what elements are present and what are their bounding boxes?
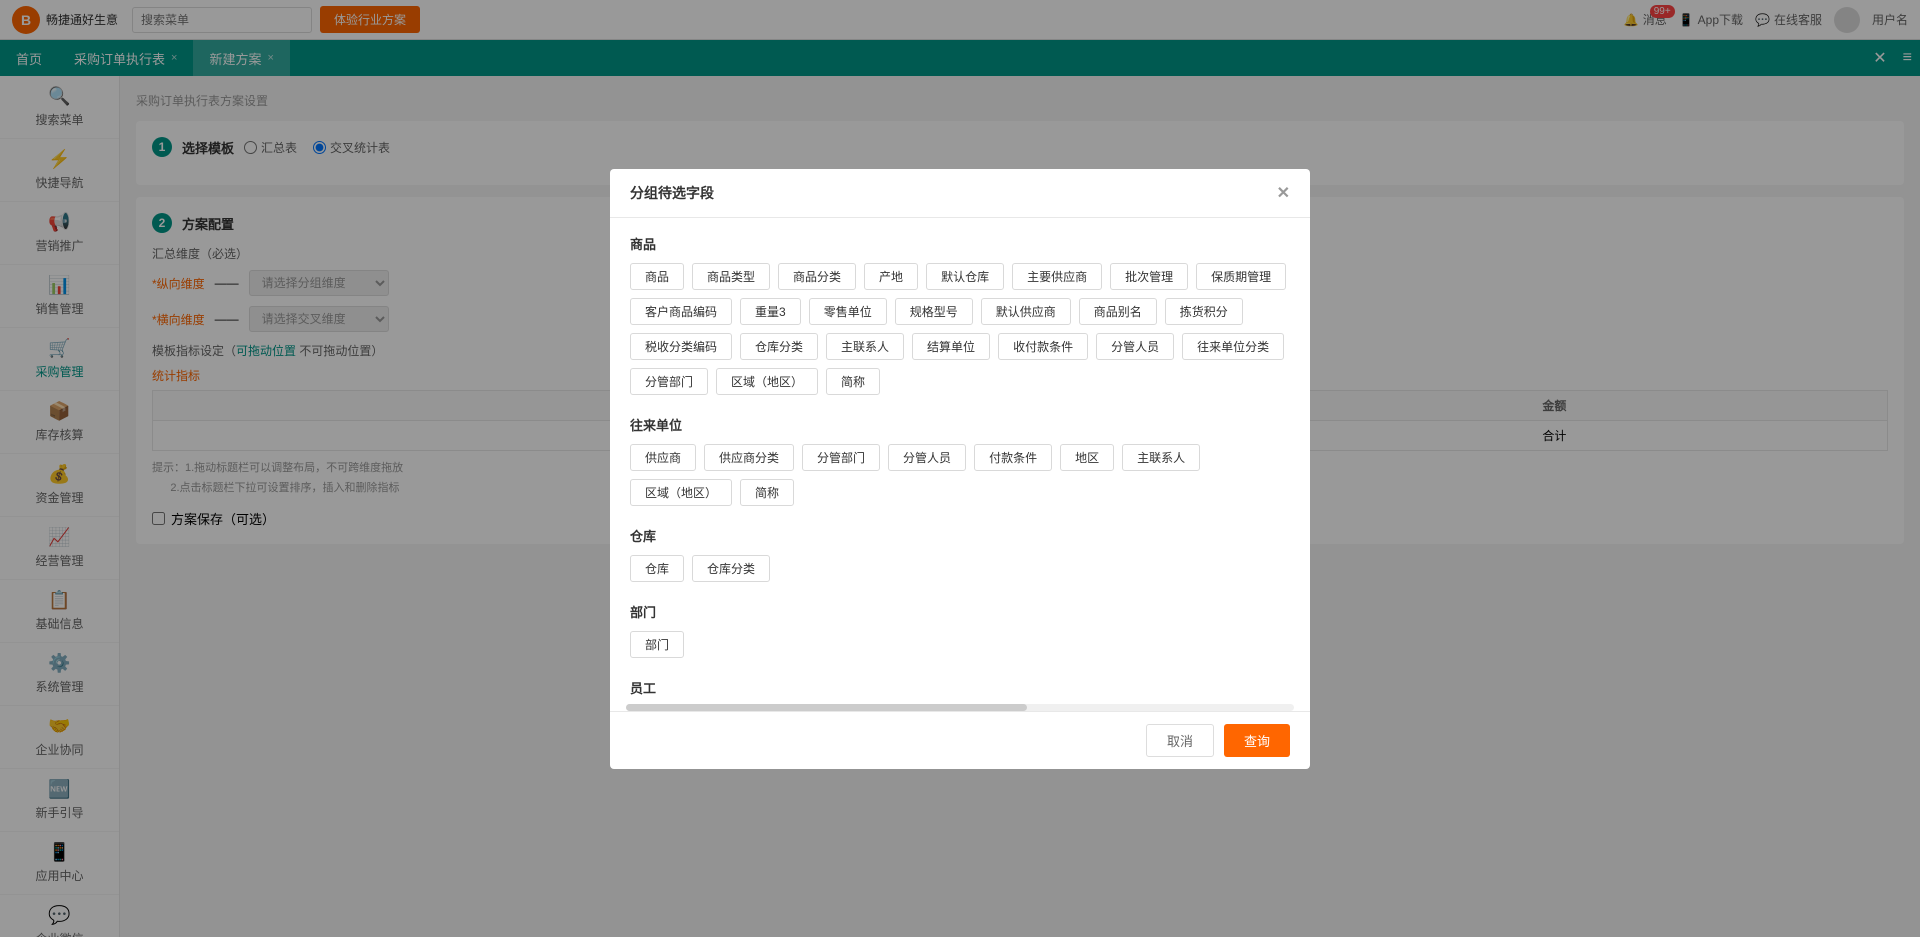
field-tag[interactable]: 客户商品编码 bbox=[630, 298, 732, 325]
field-tag[interactable]: 收付款条件 bbox=[998, 333, 1088, 360]
field-tag[interactable]: 往来单位分类 bbox=[1182, 333, 1284, 360]
field-tag[interactable]: 商品别名 bbox=[1079, 298, 1157, 325]
field-tags-dept: 部门 bbox=[630, 631, 1290, 658]
field-section-partner: 往来单位供应商供应商分类分管部门分管人员付款条件地区主联系人区域（地区） 简称 bbox=[630, 415, 1290, 506]
field-tag[interactable]: 分管部门 bbox=[802, 444, 880, 471]
field-tag[interactable]: 付款条件 bbox=[974, 444, 1052, 471]
cancel-button[interactable]: 取消 bbox=[1146, 724, 1214, 757]
field-tag[interactable]: 规格型号 bbox=[895, 298, 973, 325]
field-tags-warehouse: 仓库仓库分类 bbox=[630, 555, 1290, 582]
field-tag[interactable]: 仓库分类 bbox=[692, 555, 770, 582]
field-tag[interactable]: 商品 bbox=[630, 263, 684, 290]
field-tag[interactable]: 分管人员 bbox=[1096, 333, 1174, 360]
field-tag[interactable]: 产地 bbox=[864, 263, 918, 290]
confirm-button[interactable]: 查询 bbox=[1224, 724, 1290, 757]
field-tag[interactable]: 供应商 bbox=[630, 444, 696, 471]
field-tag[interactable]: 批次管理 bbox=[1110, 263, 1188, 290]
field-tag[interactable]: 简称 bbox=[740, 479, 794, 506]
scrollbar-thumb bbox=[626, 704, 1027, 710]
horizontal-scrollbar[interactable] bbox=[626, 704, 1294, 710]
modal-close-btn[interactable]: ✕ bbox=[1277, 183, 1290, 203]
field-tag[interactable]: 主要供应商 bbox=[1012, 263, 1102, 290]
modal-footer: 取消 查询 bbox=[610, 711, 1310, 769]
field-tag[interactable]: 税收分类编码 bbox=[630, 333, 732, 360]
modal-overlay: 分组待选字段 ✕ 商品商品商品类型商品分类产地默认仓库主要供应商批次管理保质期管… bbox=[0, 0, 1920, 937]
field-tags-goods: 商品商品类型商品分类产地默认仓库主要供应商批次管理保质期管理客户商品编码重量3 零… bbox=[630, 263, 1290, 395]
section-title-goods: 商品 bbox=[630, 234, 1290, 253]
field-tag[interactable]: 区域（地区） bbox=[630, 479, 732, 506]
field-tag[interactable]: 默认仓库 bbox=[926, 263, 1004, 290]
field-tag[interactable]: 商品类型 bbox=[692, 263, 770, 290]
field-tag[interactable]: 分管人员 bbox=[888, 444, 966, 471]
section-title-warehouse: 仓库 bbox=[630, 526, 1290, 545]
field-tag[interactable]: 结算单位 bbox=[912, 333, 990, 360]
field-tag[interactable]: 主联系人 bbox=[1122, 444, 1200, 471]
field-section-staff: 员工业务员 bbox=[630, 678, 1290, 699]
modal-title: 分组待选字段 bbox=[630, 183, 714, 203]
field-tag[interactable]: 仓库分类 bbox=[740, 333, 818, 360]
section-title-partner: 往来单位 bbox=[630, 415, 1290, 434]
field-tag[interactable]: 重量3 bbox=[740, 298, 801, 325]
field-tag[interactable]: 仓库 bbox=[630, 555, 684, 582]
field-tag[interactable]: 保质期管理 bbox=[1196, 263, 1286, 290]
field-tags-partner: 供应商供应商分类分管部门分管人员付款条件地区主联系人区域（地区） 简称 bbox=[630, 444, 1290, 506]
field-tag[interactable]: 默认供应商 bbox=[981, 298, 1071, 325]
field-tag[interactable]: 供应商分类 bbox=[704, 444, 794, 471]
field-section-warehouse: 仓库仓库仓库分类 bbox=[630, 526, 1290, 582]
modal-body: 商品商品商品类型商品分类产地默认仓库主要供应商批次管理保质期管理客户商品编码重量… bbox=[610, 218, 1310, 699]
field-tag[interactable]: 区域（地区） bbox=[716, 368, 818, 395]
modal-header: 分组待选字段 ✕ bbox=[610, 169, 1310, 218]
field-section-dept: 部门部门 bbox=[630, 602, 1290, 658]
field-tag[interactable]: 地区 bbox=[1060, 444, 1114, 471]
field-section-goods: 商品商品商品类型商品分类产地默认仓库主要供应商批次管理保质期管理客户商品编码重量… bbox=[630, 234, 1290, 395]
section-title-staff: 员工 bbox=[630, 678, 1290, 697]
field-tag[interactable]: 部门 bbox=[630, 631, 684, 658]
section-title-dept: 部门 bbox=[630, 602, 1290, 621]
field-tag[interactable]: 简称 bbox=[826, 368, 880, 395]
field-tag[interactable]: 分管部门 bbox=[630, 368, 708, 395]
field-tag[interactable]: 主联系人 bbox=[826, 333, 904, 360]
field-tag[interactable]: 拣货积分 bbox=[1165, 298, 1243, 325]
field-select-modal: 分组待选字段 ✕ 商品商品商品类型商品分类产地默认仓库主要供应商批次管理保质期管… bbox=[610, 169, 1310, 769]
field-tag[interactable]: 商品分类 bbox=[778, 263, 856, 290]
field-tag[interactable]: 零售单位 bbox=[809, 298, 887, 325]
